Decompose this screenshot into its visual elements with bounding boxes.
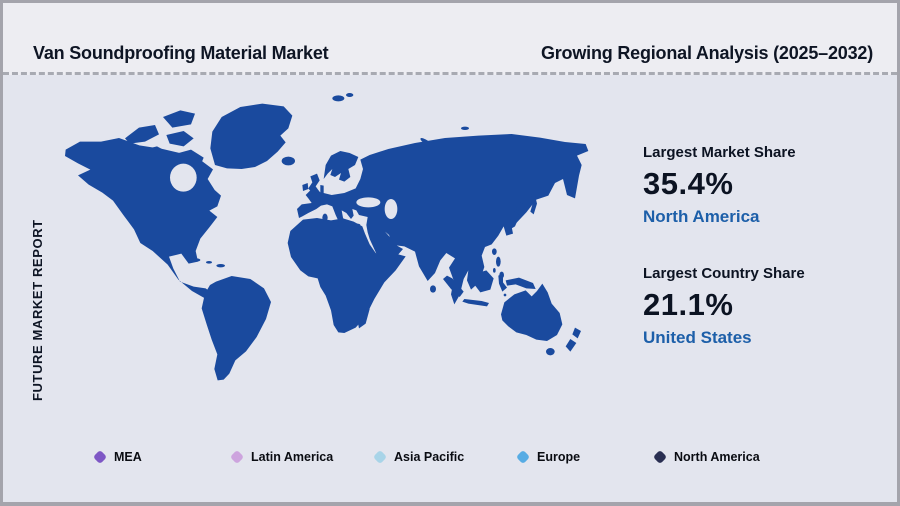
stat-label: Largest Country Share	[643, 265, 805, 282]
legend-dot	[372, 449, 388, 465]
landmass-new-zealand	[565, 339, 577, 352]
landmass-philippines	[493, 268, 496, 273]
landmass-java	[462, 299, 489, 307]
landmass-tasmania	[546, 348, 555, 356]
stat-largest-country-share: Largest Country Share 21.1% United State…	[643, 265, 893, 348]
world-map	[65, 93, 589, 381]
landmass-arctic-islands	[163, 110, 195, 128]
infographic-canvas: Van Soundproofing Material Market Growin…	[0, 0, 900, 506]
landmass-ireland	[302, 183, 309, 191]
landmass-north-america	[65, 138, 221, 303]
black-sea	[356, 197, 381, 208]
landmass-caribbean	[206, 261, 212, 264]
landmass-sicily	[336, 225, 346, 231]
stat-region: North America	[643, 207, 760, 226]
legend-item-north-america: North America	[652, 448, 760, 466]
stat-label: Largest Market Share	[643, 144, 796, 161]
legend-dot	[515, 449, 531, 465]
landmass-greenland	[210, 103, 293, 169]
landmass-svalbard	[332, 95, 345, 102]
landmass-caribbean	[216, 264, 225, 268]
legend-label: Latin America	[251, 450, 334, 464]
landmass-arctic-islands	[166, 131, 194, 147]
landmass-sri-lanka	[430, 285, 436, 293]
landmass-scandinavia	[323, 151, 359, 182]
legend-item-europe: Europe	[515, 448, 581, 466]
brand-watermark: FUTURE MARKET REPORT	[30, 219, 45, 401]
caspian-sea	[384, 199, 398, 219]
landmass-south-america	[201, 276, 271, 381]
hudson-bay	[170, 163, 197, 192]
landmass-svalbard	[346, 93, 354, 97]
stat-region: United States	[643, 328, 752, 347]
legend-item-asia-pacific: Asia Pacific	[372, 448, 465, 466]
landmass-new-guinea	[505, 277, 536, 289]
landmass-arctic-islands	[125, 125, 159, 144]
header-bar: Van Soundproofing Material Market Growin…	[3, 3, 897, 75]
legend-dot	[229, 449, 245, 465]
landmass-new-zealand	[572, 327, 581, 339]
landmass-hainan	[476, 260, 482, 265]
legend-item-mea: MEA	[92, 448, 142, 466]
world-map-landmass	[65, 93, 589, 381]
landmass-sulawesi	[498, 273, 507, 292]
legend-label: MEA	[114, 450, 142, 464]
landmass-taiwan	[492, 248, 497, 255]
legend-label: Asia Pacific	[394, 450, 465, 464]
landmass-moluccas	[503, 293, 507, 297]
legend-dot	[92, 449, 108, 465]
legend-item-latin-america: Latin America	[229, 448, 334, 466]
stat-value: 21.1%	[643, 287, 734, 322]
landmass-borneo	[473, 270, 494, 293]
stat-largest-market-share: Largest Market Share 35.4% North America	[643, 144, 893, 227]
landmass-philippines	[496, 256, 501, 267]
legend-label: North America	[674, 450, 760, 464]
landmass-caribbean	[193, 258, 201, 262]
stat-value: 35.4%	[643, 166, 734, 201]
landmass-sardinia	[322, 213, 328, 222]
landmass-severnaya	[461, 126, 469, 130]
landmass-iceland	[281, 156, 295, 166]
page-title-right: Growing Regional Analysis (2025–2032)	[540, 43, 873, 63]
landmass-great-britain	[308, 173, 320, 194]
legend-dot	[652, 449, 668, 465]
landmass-australia	[501, 283, 563, 341]
page-title-left: Van Soundproofing Material Market	[33, 43, 329, 63]
legend-label: Europe	[537, 450, 581, 464]
landmass-crete	[353, 223, 361, 227]
